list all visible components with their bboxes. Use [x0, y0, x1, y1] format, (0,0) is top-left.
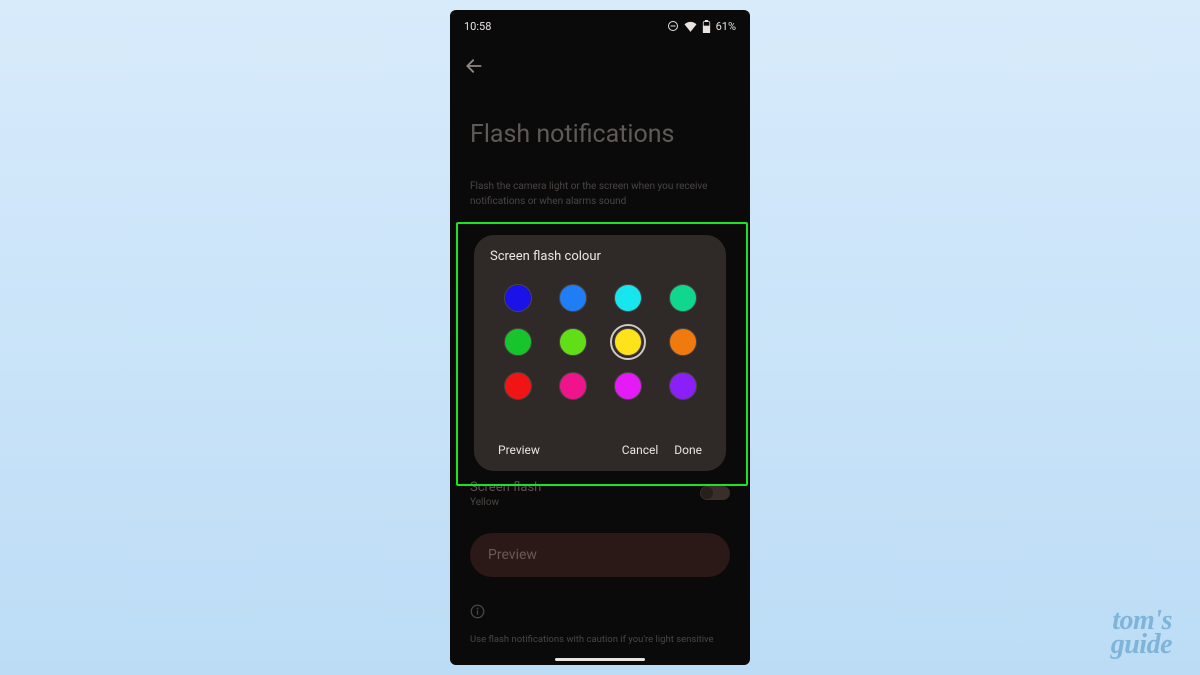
dialog-cancel-button[interactable]: Cancel	[614, 439, 667, 461]
color-swatch-orange[interactable]	[669, 328, 697, 356]
color-swatch-indigo[interactable]	[504, 284, 532, 312]
gesture-bar[interactable]	[555, 658, 645, 661]
dialog-preview-button[interactable]: Preview	[490, 439, 548, 461]
watermark-line2: guide	[1111, 633, 1172, 657]
color-swatch-teal[interactable]	[669, 284, 697, 312]
dialog-actions: Preview Cancel Done	[490, 439, 710, 461]
watermark: tom's guide	[1111, 609, 1172, 657]
screen-flash-subtitle: Yellow	[470, 497, 730, 508]
toggle-knob	[701, 487, 713, 499]
color-swatch-pink[interactable]	[559, 372, 587, 400]
back-icon[interactable]	[464, 56, 484, 76]
page-description: Flash the camera light or the screen whe…	[470, 180, 730, 209]
dialog-title: Screen flash colour	[490, 249, 710, 264]
stage: 10:58 61% Flash notifications Flash the …	[0, 0, 1200, 675]
status-bar: 10:58 61%	[450, 10, 750, 42]
color-swatch-magenta[interactable]	[614, 372, 642, 400]
color-swatch-red[interactable]	[504, 372, 532, 400]
status-right: 61%	[667, 20, 736, 33]
preview-button[interactable]: Preview	[470, 533, 730, 577]
dnd-icon	[667, 20, 679, 32]
color-swatch-blue[interactable]	[559, 284, 587, 312]
color-swatch-grid	[490, 276, 710, 408]
color-swatch-purple[interactable]	[669, 372, 697, 400]
color-swatch-cyan[interactable]	[614, 284, 642, 312]
color-swatch-yellow[interactable]	[614, 328, 642, 356]
screen-flash-toggle[interactable]	[700, 486, 730, 500]
battery-icon	[702, 20, 711, 33]
wifi-icon	[684, 21, 697, 32]
color-picker-dialog: Screen flash colour Preview Cancel Done	[474, 235, 726, 471]
color-swatch-green[interactable]	[504, 328, 532, 356]
phone-frame: 10:58 61% Flash notifications Flash the …	[450, 10, 750, 665]
caution-text: Use flash notifications with caution if …	[470, 634, 730, 645]
page-title: Flash notifications	[470, 120, 674, 149]
dialog-done-button[interactable]: Done	[666, 439, 710, 461]
info-icon	[470, 604, 485, 619]
battery-percent: 61%	[716, 20, 736, 33]
status-time: 10:58	[464, 20, 491, 33]
screen-flash-row[interactable]: Screen flash Yellow	[470, 480, 730, 508]
screen-flash-title: Screen flash	[470, 480, 730, 495]
preview-button-label: Preview	[488, 547, 537, 563]
color-swatch-lime[interactable]	[559, 328, 587, 356]
